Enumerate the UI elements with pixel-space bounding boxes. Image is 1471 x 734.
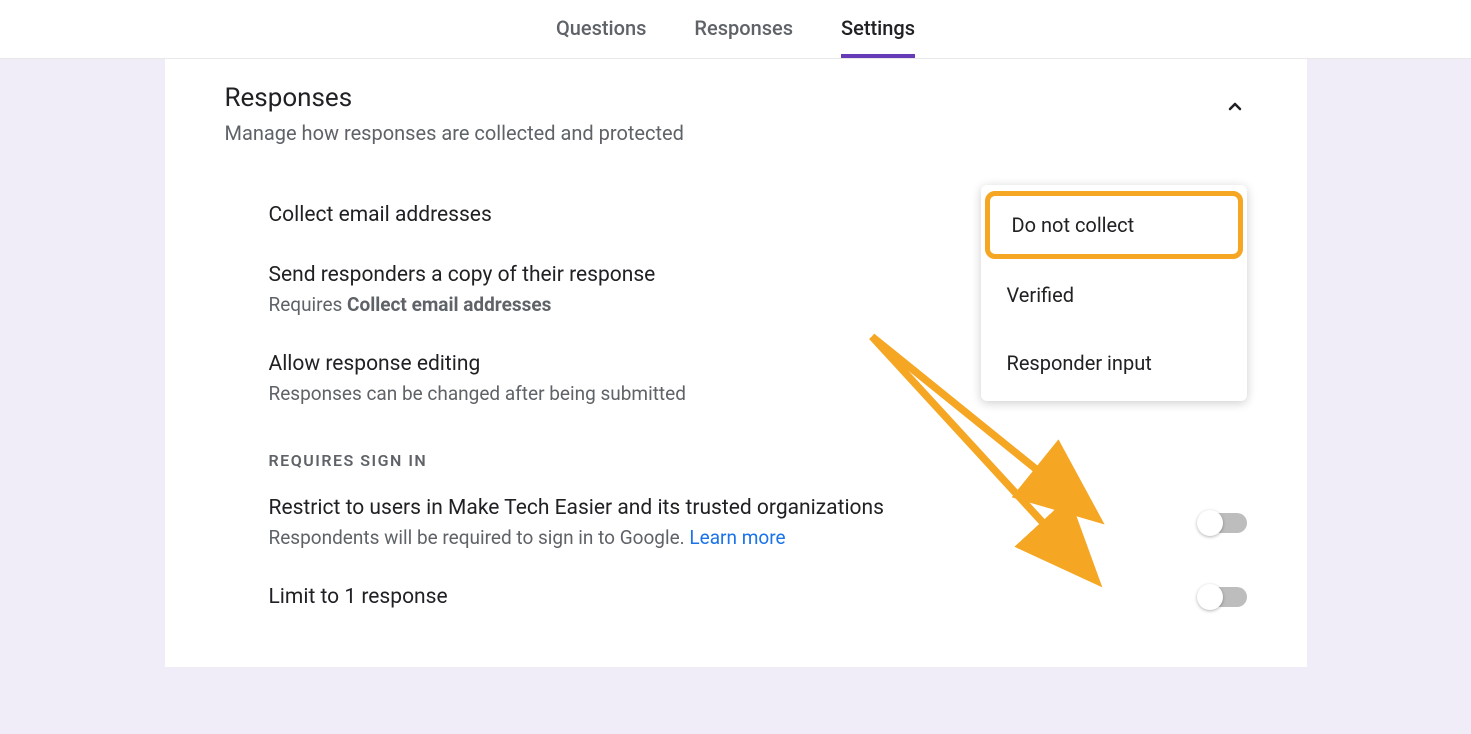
tab-questions[interactable]: Questions [556, 0, 646, 58]
subsection-requires-signin: REQUIRES SIGN IN [225, 423, 1247, 478]
chevron-up-icon[interactable] [1223, 95, 1247, 123]
section-subtitle: Manage how responses are collected and p… [225, 121, 684, 145]
dropdown-option-donotcollect[interactable]: Do not collect [985, 191, 1243, 259]
section-header: Responses Manage how responses are colle… [225, 83, 1247, 145]
tab-settings[interactable]: Settings [841, 0, 915, 58]
restrict-label: Restrict to users in Make Tech Easier an… [269, 496, 1199, 520]
restrict-toggle[interactable] [1199, 513, 1247, 533]
setting-limit-response: Limit to 1 response [225, 567, 1247, 627]
learn-more-link[interactable]: Learn more [689, 526, 785, 549]
section-title: Responses [225, 83, 684, 113]
dropdown-option-responderinput[interactable]: Responder input [981, 329, 1247, 397]
restrict-desc: Respondents will be required to sign in … [269, 526, 1199, 549]
setting-restrict-users: Restrict to users in Make Tech Easier an… [225, 478, 1247, 567]
settings-card: Responses Manage how responses are colle… [165, 59, 1307, 667]
dropdown-option-verified[interactable]: Verified [981, 261, 1247, 329]
limit-label: Limit to 1 response [269, 585, 1199, 609]
limit-toggle[interactable] [1199, 587, 1247, 607]
tab-bar: Questions Responses Settings [0, 0, 1471, 59]
collect-email-dropdown: Do not collect Verified Responder input [981, 185, 1247, 401]
tab-responses[interactable]: Responses [694, 0, 793, 58]
